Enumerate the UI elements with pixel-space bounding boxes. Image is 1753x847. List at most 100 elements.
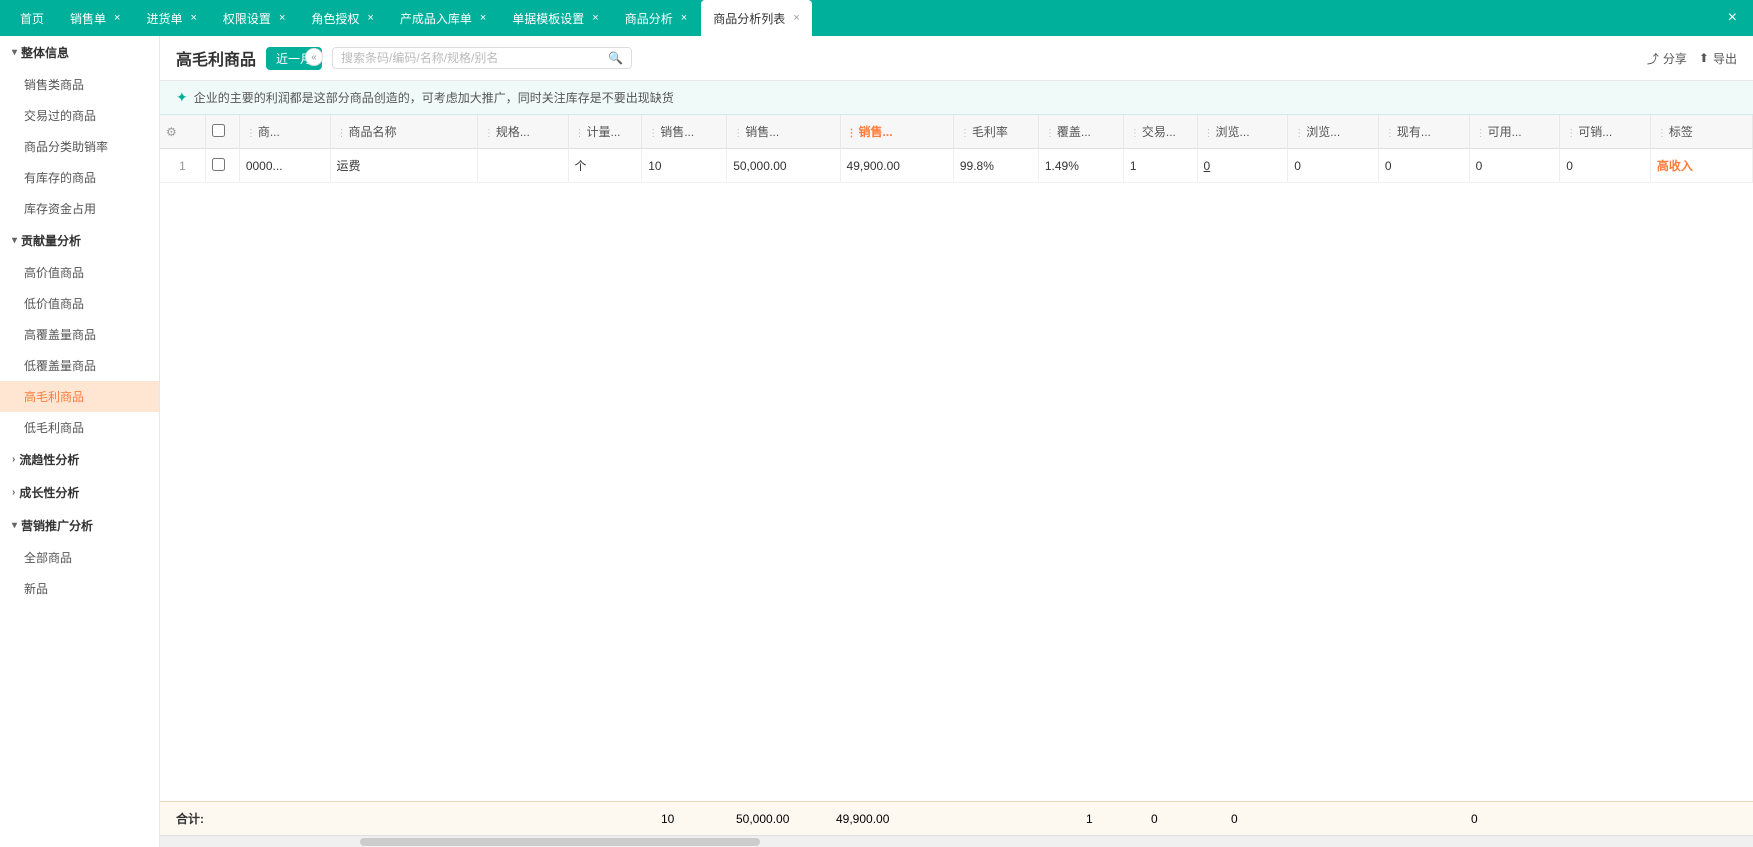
cell-coverage: 1.49%: [1038, 149, 1123, 183]
sidebar-item-in-stock[interactable]: 有库存的商品: [0, 162, 159, 193]
share-icon: ⤴: [1647, 50, 1659, 67]
content-header: 高毛利商品 近一月 🔍 ⤴ 分享 ⬆ 导出: [160, 36, 1753, 81]
sidebar-group-marketing[interactable]: ▾ 营销推广分析: [0, 509, 159, 542]
sidebar-item-low-coverage[interactable]: 低覆盖量商品: [0, 350, 159, 381]
row-checkbox[interactable]: [212, 158, 225, 171]
nav-item-analysis[interactable]: 商品分析 ×: [613, 0, 699, 36]
col-header-available[interactable]: ⋮可用...: [1469, 115, 1560, 149]
arrow-marketing: ▾: [12, 520, 17, 531]
sidebar-item-stock-capital[interactable]: 库存资金占用: [0, 193, 159, 224]
nav-close-analysis[interactable]: ×: [681, 12, 687, 24]
cell-sales-profit: 49,900.00: [840, 149, 953, 183]
nav-label-home: 首页: [20, 10, 44, 27]
nav-close-role[interactable]: ×: [367, 12, 373, 24]
search-icon[interactable]: 🔍: [608, 51, 623, 65]
col-header-saleable[interactable]: ⋮可销...: [1560, 115, 1651, 149]
sidebar: ▾ 整体信息 销售类商品 交易过的商品 商品分类助销率 有库存的商品 库存资金占…: [0, 36, 160, 847]
nav-close-storage[interactable]: ×: [480, 12, 486, 24]
nav-label-purchase: 进货单: [146, 10, 182, 27]
scrollbar-thumb: [360, 838, 760, 846]
cell-browse2: 0: [1288, 149, 1379, 183]
footer-sales-profit: 49,900.00: [836, 812, 936, 826]
header-actions: ⤴ 分享 ⬆ 导出: [1647, 50, 1737, 67]
col-header-browse1[interactable]: ⋮浏览...: [1197, 115, 1288, 149]
sidebar-group-overall[interactable]: ▾ 整体信息: [0, 36, 159, 69]
nav-item-permission[interactable]: 权限设置 ×: [211, 0, 297, 36]
cell-gross-rate: 99.8%: [953, 149, 1038, 183]
footer-sales-qty: 10: [661, 812, 736, 826]
col-header-coverage[interactable]: ⋮覆盖...: [1038, 115, 1123, 149]
footer-trade: 1: [1086, 812, 1151, 826]
sidebar-group-contribution[interactable]: ▾ 贡献量分析: [0, 224, 159, 257]
export-button[interactable]: ⬆ 导出: [1699, 50, 1737, 67]
col-header-code[interactable]: ⋮商...: [239, 115, 330, 149]
sidebar-item-high-coverage[interactable]: 高覆盖量商品: [0, 319, 159, 350]
arrow-contribution: ▾: [12, 235, 17, 246]
nav-label-template: 单据模板设置: [512, 10, 584, 27]
sidebar-item-high-margin[interactable]: 高毛利商品: [0, 381, 159, 412]
sidebar-item-low-value[interactable]: 低价值商品: [0, 288, 159, 319]
sidebar-item-low-margin[interactable]: 低毛利商品: [0, 412, 159, 443]
table-row: 1 0000... 运费 个 10 50,000.00 49,900.00 99…: [160, 149, 1753, 183]
bottom-scrollbar[interactable]: [160, 835, 1753, 847]
nav-item-home[interactable]: 首页: [8, 0, 56, 36]
nav-item-role[interactable]: 角色授权 ×: [299, 0, 385, 36]
col-header-spec[interactable]: ⋮规格...: [477, 115, 568, 149]
cell-saleable: 0: [1560, 149, 1651, 183]
cell-current: 0: [1378, 149, 1469, 183]
col-header-settings[interactable]: ⚙: [160, 115, 205, 149]
content-area: « 高毛利商品 近一月 🔍 ⤴ 分享 ⬆ 导出 ✦ 企: [160, 36, 1753, 847]
cell-code: 0000...: [239, 149, 330, 183]
sidebar-item-all-goods[interactable]: 全部商品: [0, 542, 159, 573]
footer-browse1: 0: [1151, 812, 1231, 826]
sidebar-group-growth-label: 成长性分析: [19, 484, 79, 501]
select-all-checkbox[interactable]: [212, 124, 225, 137]
nav-label-permission: 权限设置: [223, 10, 271, 27]
share-label: 分享: [1663, 50, 1687, 67]
sidebar-item-high-value[interactable]: 高价值商品: [0, 257, 159, 288]
nav-item-purchase[interactable]: 进货单 ×: [134, 0, 208, 36]
col-header-sales-amt[interactable]: ⋮销售...: [727, 115, 840, 149]
col-header-check[interactable]: [205, 115, 239, 149]
cell-spec: [477, 149, 568, 183]
nav-close-analysis-list[interactable]: ×: [793, 12, 799, 24]
info-icon: ✦: [176, 89, 188, 106]
nav-close-template[interactable]: ×: [592, 12, 598, 24]
share-button[interactable]: ⤴ 分享: [1647, 50, 1687, 67]
data-table: ⚙ ⋮商... ⋮商品名称 ⋮规格...: [160, 115, 1753, 183]
nav-close-permission[interactable]: ×: [279, 12, 285, 24]
table-wrapper: ⚙ ⋮商... ⋮商品名称 ⋮规格...: [160, 115, 1753, 801]
col-header-sales-profit[interactable]: ⋮销售...: [840, 115, 953, 149]
cell-browse1[interactable]: 0: [1197, 149, 1288, 183]
sidebar-item-category-rate[interactable]: 商品分类助销率: [0, 131, 159, 162]
nav-item-sales[interactable]: 销售单 ×: [58, 0, 132, 36]
col-header-gross-rate[interactable]: ⋮毛利率: [953, 115, 1038, 149]
arrow-overall: ▾: [12, 47, 17, 58]
sidebar-item-traded-goods[interactable]: 交易过的商品: [0, 100, 159, 131]
page-title: 高毛利商品: [176, 46, 256, 70]
col-header-tag[interactable]: ⋮标签: [1650, 115, 1752, 149]
sidebar-group-contribution-label: 贡献量分析: [21, 232, 81, 249]
search-input[interactable]: [341, 51, 608, 65]
col-header-trade[interactable]: ⋮交易...: [1123, 115, 1197, 149]
settings-icon[interactable]: ⚙: [166, 125, 177, 139]
col-header-unit[interactable]: ⋮计量...: [568, 115, 642, 149]
cell-check[interactable]: [205, 149, 239, 183]
nav-item-storage[interactable]: 产成品入库单 ×: [388, 0, 498, 36]
col-header-name[interactable]: ⋮商品名称: [330, 115, 477, 149]
nav-close-sales[interactable]: ×: [114, 12, 120, 24]
sidebar-item-new-goods[interactable]: 新品: [0, 573, 159, 604]
sidebar-collapse-button[interactable]: «: [305, 48, 323, 66]
col-header-current[interactable]: ⋮现有...: [1378, 115, 1469, 149]
nav-item-analysis-list[interactable]: 商品分析列表 ×: [701, 0, 811, 36]
nav-close-purchase[interactable]: ×: [190, 12, 196, 24]
top-nav: 首页 销售单 × 进货单 × 权限设置 × 角色授权 × 产成品入库单 × 单据…: [0, 0, 1753, 36]
col-header-sales-qty[interactable]: ⋮销售...: [642, 115, 727, 149]
sidebar-item-sales-goods[interactable]: 销售类商品: [0, 69, 159, 100]
nav-item-template[interactable]: 单据模板设置 ×: [500, 0, 610, 36]
col-header-browse2[interactable]: ⋮浏览...: [1288, 115, 1379, 149]
sidebar-group-growth[interactable]: › 成长性分析: [0, 476, 159, 509]
sidebar-group-trend[interactable]: › 流趋性分析: [0, 443, 159, 476]
window-close-button[interactable]: ×: [1720, 9, 1745, 27]
search-box: 🔍: [332, 47, 632, 69]
